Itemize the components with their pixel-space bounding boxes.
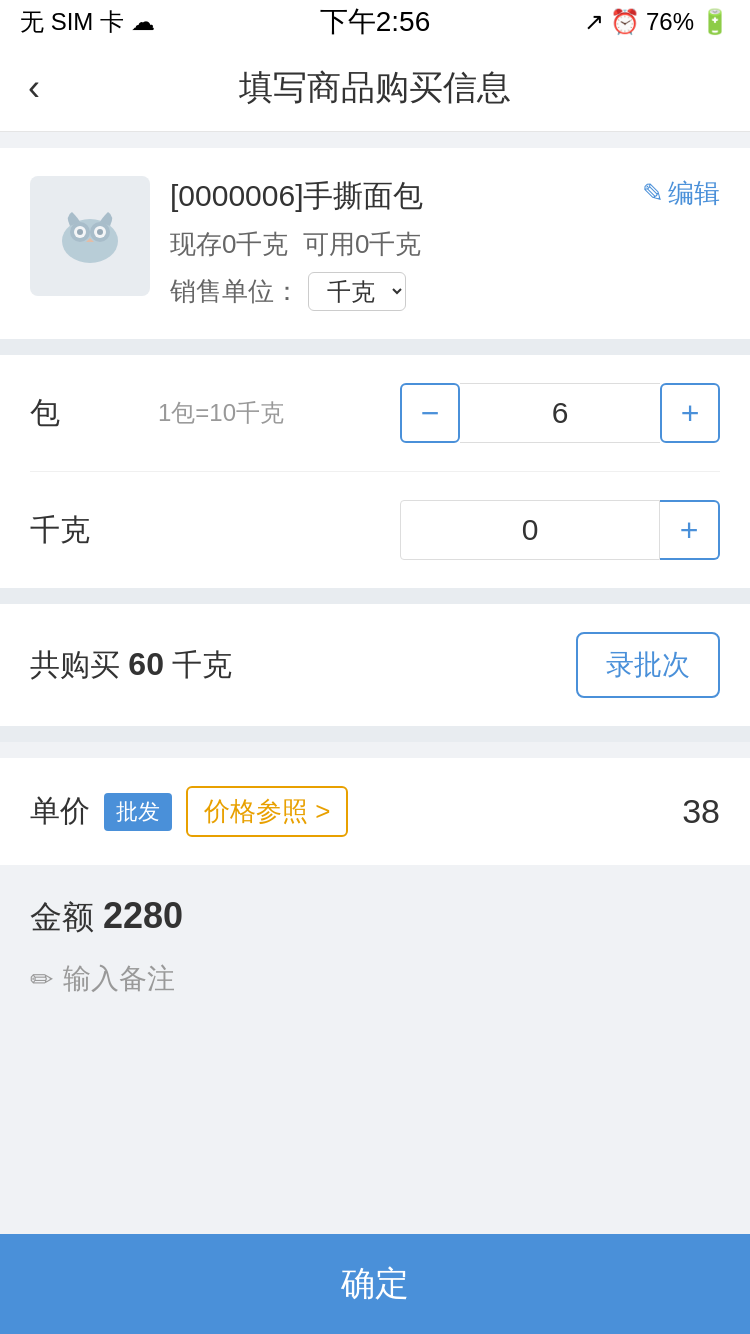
note-row[interactable]: ✏ 输入备注 xyxy=(30,960,720,998)
price-tag: 批发 xyxy=(104,793,172,831)
price-reference-button[interactable]: 价格参照 > xyxy=(186,786,348,837)
product-card: [0000006]手撕面包 现存0千克 可用0千克 销售单位： 千克 包 ✎ 编… xyxy=(0,148,750,339)
price-value: 38 xyxy=(682,792,720,831)
bao-input[interactable] xyxy=(460,383,660,443)
note-icon: ✏ xyxy=(30,963,53,996)
network-status: 无 SIM 卡 ☁ xyxy=(20,6,155,38)
battery-icon: 🔋 xyxy=(700,8,730,36)
amount-section: 金额 2280 ✏ 输入备注 xyxy=(0,865,750,1028)
price-label: 单价 xyxy=(30,791,90,832)
battery-level: 76% xyxy=(646,8,694,36)
edit-icon: ✎ xyxy=(642,178,664,209)
amount-value: 2280 xyxy=(103,895,183,936)
quantity-section: 包 1包=10千克 − + 千克 + xyxy=(0,355,750,588)
batch-button[interactable]: 录批次 xyxy=(576,632,720,698)
svg-point-5 xyxy=(77,229,83,235)
product-unit-row: 销售单位： 千克 包 xyxy=(170,272,622,311)
summary-text: 共购买 60 千克 xyxy=(30,645,232,686)
status-left: 无 SIM 卡 ☁ xyxy=(20,6,155,38)
price-row: 单价 批发 价格参照 > 38 xyxy=(30,786,720,837)
status-time: 下午2:56 xyxy=(320,3,431,41)
section-divider-2 xyxy=(0,588,750,604)
product-info: [0000006]手撕面包 现存0千克 可用0千克 销售单位： 千克 包 xyxy=(170,176,622,311)
product-thumbnail xyxy=(30,176,150,296)
product-stock: 现存0千克 可用0千克 xyxy=(170,227,622,262)
page-title: 填写商品购买信息 xyxy=(239,65,511,111)
bao-minus-button[interactable]: − xyxy=(400,383,460,443)
status-bar: 无 SIM 卡 ☁ 下午2:56 ↗ ⏰ 76% 🔋 xyxy=(0,0,750,44)
bao-controls: − + xyxy=(400,383,720,443)
product-name: [0000006]手撕面包 xyxy=(170,176,622,217)
kg-label: 千克 xyxy=(30,510,150,551)
edit-button[interactable]: ✎ 编辑 xyxy=(642,176,720,211)
status-right: ↗ ⏰ 76% 🔋 xyxy=(584,8,730,36)
kg-input-row: 千克 + xyxy=(30,472,720,588)
confirm-bar[interactable]: 确定 xyxy=(0,1234,750,1334)
location-icon: ↗ xyxy=(584,8,604,36)
price-section: 单价 批发 价格参照 > 38 xyxy=(0,758,750,865)
kg-controls: + xyxy=(400,500,720,560)
kg-input[interactable] xyxy=(400,500,660,560)
amount-row: 金额 2280 xyxy=(30,895,720,940)
bao-plus-button[interactable]: + xyxy=(660,383,720,443)
bao-input-row: 包 1包=10千克 − + xyxy=(30,355,720,472)
kg-plus-button[interactable]: + xyxy=(660,500,720,560)
confirm-button[interactable]: 确定 xyxy=(341,1261,409,1307)
bao-label: 包 xyxy=(30,393,150,434)
note-placeholder: 输入备注 xyxy=(63,960,175,998)
summary-qty: 60 xyxy=(128,646,164,682)
back-button[interactable]: ‹ xyxy=(28,67,40,109)
nav-bar: ‹ 填写商品购买信息 xyxy=(0,44,750,132)
unit-select[interactable]: 千克 包 xyxy=(308,272,406,311)
section-divider-1 xyxy=(0,339,750,355)
alarm-icon: ⏰ xyxy=(610,8,640,36)
svg-point-6 xyxy=(97,229,103,235)
bao-sublabel: 1包=10千克 xyxy=(158,397,284,429)
summary-section: 共购买 60 千克 录批次 xyxy=(0,604,750,726)
section-divider-3 xyxy=(0,726,750,742)
product-logo-icon xyxy=(50,196,130,276)
